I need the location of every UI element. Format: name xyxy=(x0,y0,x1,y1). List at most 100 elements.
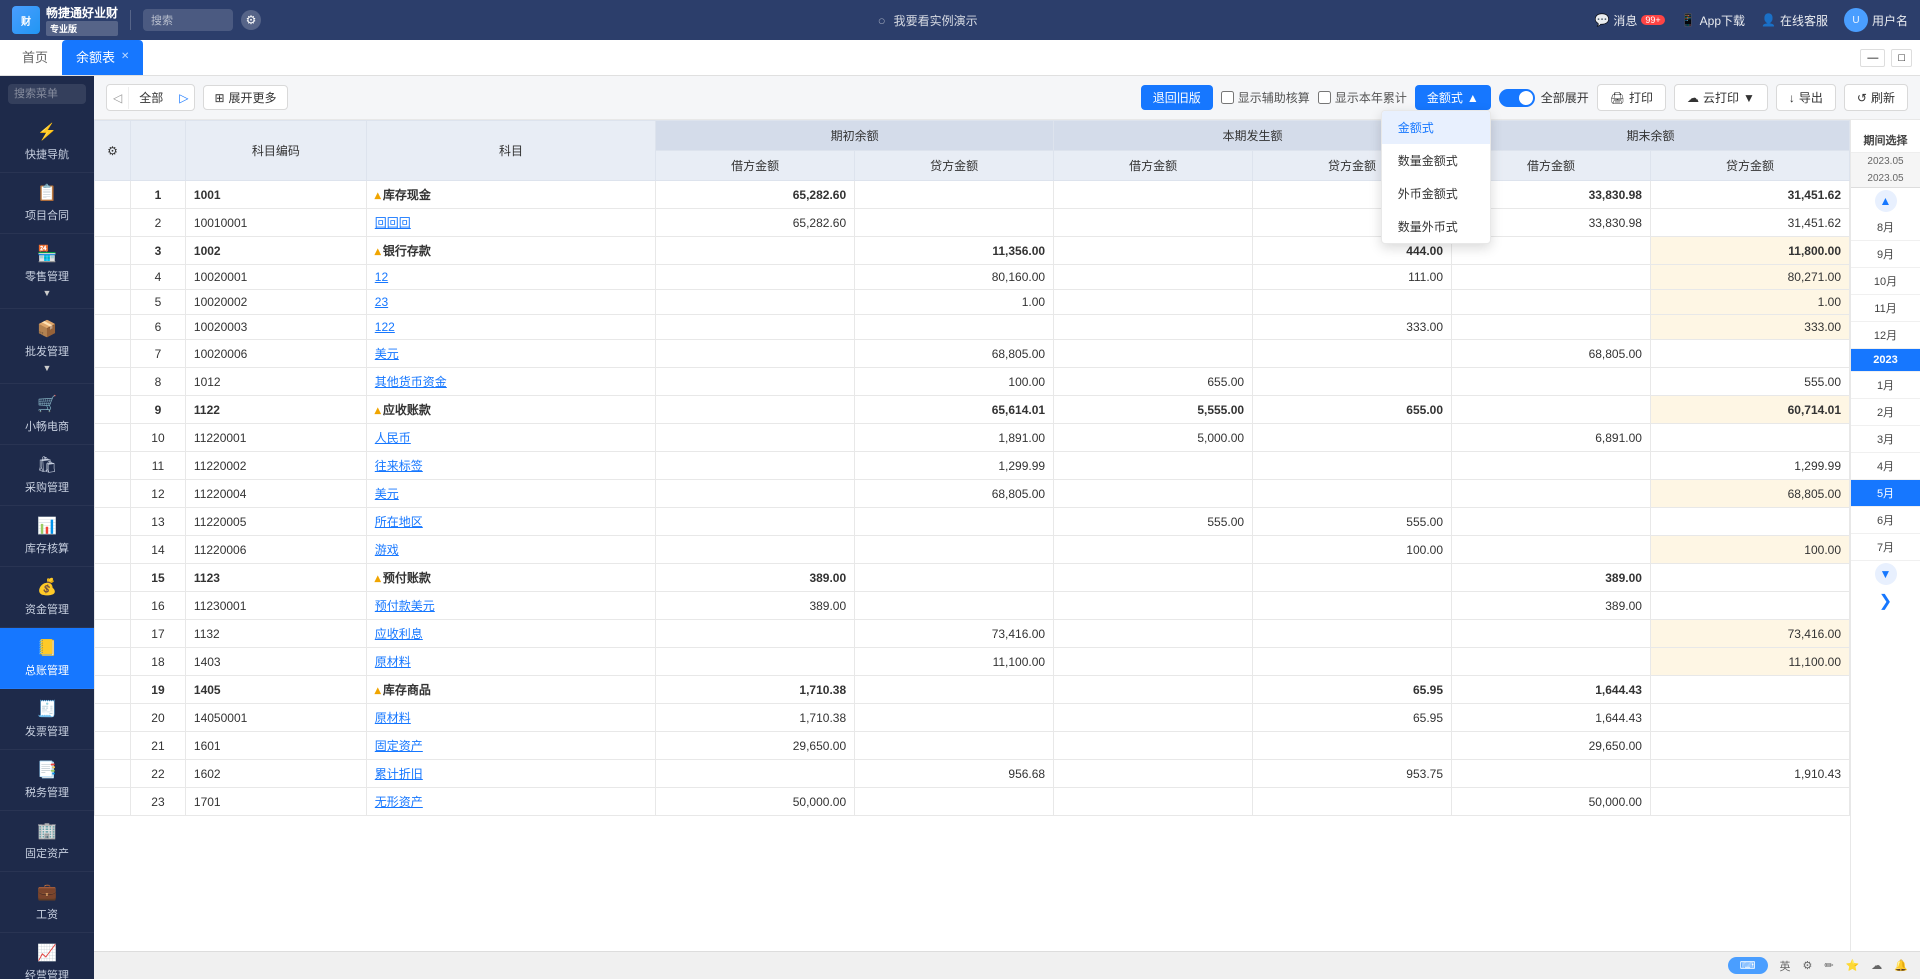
name-link[interactable]: 原材料 xyxy=(375,655,411,669)
period-10[interactable]: 10月 xyxy=(1851,268,1920,295)
expand-arrow[interactable]: ▴ xyxy=(375,188,381,202)
name-link[interactable]: 122 xyxy=(375,320,395,334)
star-status-icon[interactable]: ⭐ xyxy=(1846,959,1860,972)
input-method-btn[interactable]: ⌨ xyxy=(1728,957,1768,974)
name-link[interactable]: 美元 xyxy=(375,347,399,361)
name-cell[interactable]: 12 xyxy=(366,265,655,290)
sidebar-item-management[interactable]: 📈 经营管理 xyxy=(0,933,94,979)
sidebar-item-assets[interactable]: 🏢 固定资产 xyxy=(0,811,94,872)
sidebar-search-input[interactable] xyxy=(8,84,86,104)
period-up-btn[interactable]: ▲ xyxy=(1875,190,1897,212)
name-link[interactable]: 原材料 xyxy=(375,711,411,725)
cloud-status-icon[interactable]: ☁ xyxy=(1871,959,1882,972)
name-link[interactable]: 其他货币资金 xyxy=(375,375,447,389)
name-cell[interactable]: 人民币 xyxy=(366,424,655,452)
settings-icon[interactable]: ⚙ xyxy=(241,10,261,30)
expand-arrow[interactable]: ▴ xyxy=(375,244,381,258)
name-cell[interactable]: 美元 xyxy=(366,340,655,368)
name-cell[interactable]: ▴银行存款 xyxy=(366,237,655,265)
name-cell[interactable]: 固定资产 xyxy=(366,732,655,760)
settings-status-icon[interactable]: ⚙ xyxy=(1803,959,1813,972)
filter-next-icon[interactable]: ▷ xyxy=(173,87,194,109)
notification-btn[interactable]: 💬 消息 99+ xyxy=(1594,12,1664,29)
refresh-btn[interactable]: ↺ 刷新 xyxy=(1844,84,1908,111)
name-cell[interactable]: 所在地区 xyxy=(366,508,655,536)
dropdown-item-foreign-amount[interactable]: 外币金额式 xyxy=(1382,177,1490,210)
period-1[interactable]: 1月 xyxy=(1851,372,1920,399)
name-link[interactable]: 所在地区 xyxy=(375,515,423,529)
dropdown-item-qty-amount[interactable]: 数量金额式 xyxy=(1382,144,1490,177)
name-cell[interactable]: 预付款美元 xyxy=(366,592,655,620)
sidebar-item-funds[interactable]: 💰 资金管理 xyxy=(0,567,94,628)
name-cell[interactable]: ▴预付账款 xyxy=(366,564,655,592)
sync-status-icon[interactable]: 🔔 xyxy=(1894,959,1908,972)
period-8[interactable]: 8月 xyxy=(1851,214,1920,241)
name-cell[interactable]: 原材料 xyxy=(366,704,655,732)
sidebar-item-contract[interactable]: 📋 项目合同 xyxy=(0,173,94,234)
dropdown-item-amount[interactable]: 金额式 xyxy=(1382,111,1490,144)
period-11[interactable]: 11月 xyxy=(1851,295,1920,322)
sidebar-item-invoice[interactable]: 🧾 发票管理 xyxy=(0,689,94,750)
period-7[interactable]: 7月 xyxy=(1851,534,1920,561)
period-expand-icon[interactable]: ❯ xyxy=(1879,591,1892,611)
name-link[interactable]: 游戏 xyxy=(375,543,399,557)
user-avatar[interactable]: U 用户名 xyxy=(1844,8,1908,32)
name-cell[interactable]: 游戏 xyxy=(366,536,655,564)
cloud-print-btn[interactable]: ☁ 云打印 ▼ xyxy=(1674,84,1768,111)
period-3[interactable]: 3月 xyxy=(1851,426,1920,453)
dropdown-item-qty-foreign[interactable]: 数量外币式 xyxy=(1382,210,1490,243)
name-cell[interactable]: 应收利息 xyxy=(366,620,655,648)
name-link[interactable]: 累计折旧 xyxy=(375,767,423,781)
edit-status-icon[interactable]: ✏ xyxy=(1824,959,1833,972)
name-cell[interactable]: 122 xyxy=(366,315,655,340)
format-dropdown-btn[interactable]: 金额式 ▲ xyxy=(1415,85,1491,110)
online-service-btn[interactable]: 👤 在线客服 xyxy=(1761,12,1828,29)
sidebar-item-tax[interactable]: 📑 税务管理 xyxy=(0,750,94,811)
export-btn[interactable]: ↓ 导出 xyxy=(1776,84,1836,111)
name-link[interactable]: 回回回 xyxy=(375,216,411,230)
name-link[interactable]: 预付款美元 xyxy=(375,599,435,613)
name-link[interactable]: 往来标签 xyxy=(375,459,423,473)
period-2[interactable]: 2月 xyxy=(1851,399,1920,426)
sidebar-item-ledger[interactable]: 📒 总账管理 xyxy=(0,628,94,689)
lang-btn[interactable]: 英 xyxy=(1780,958,1791,974)
name-cell[interactable]: 美元 xyxy=(366,480,655,508)
name-link[interactable]: 应收利息 xyxy=(375,627,423,641)
name-cell[interactable]: 回回回 xyxy=(366,209,655,237)
expand-arrow[interactable]: ▴ xyxy=(375,683,381,697)
maximize-btn[interactable]: □ xyxy=(1891,49,1912,67)
name-link[interactable]: 人民币 xyxy=(375,431,411,445)
name-cell[interactable]: ▴库存现金 xyxy=(366,181,655,209)
name-link[interactable]: 23 xyxy=(375,295,388,309)
sidebar-item-inventory[interactable]: 📊 库存核算 xyxy=(0,506,94,567)
name-cell[interactable]: 23 xyxy=(366,290,655,315)
return-old-btn[interactable]: 退回旧版 xyxy=(1141,85,1213,110)
period-4[interactable]: 4月 xyxy=(1851,453,1920,480)
name-link[interactable]: 无形资产 xyxy=(375,795,423,809)
period-2023[interactable]: 2023 xyxy=(1851,349,1920,372)
sidebar-item-retail[interactable]: 🏪 零售管理 ▼ xyxy=(0,234,94,309)
sidebar-item-wholesale[interactable]: 📦 批发管理 ▼ xyxy=(0,309,94,384)
tab-home[interactable]: 首页 xyxy=(8,40,62,75)
name-cell[interactable]: 往来标签 xyxy=(366,452,655,480)
name-link[interactable]: 固定资产 xyxy=(375,739,423,753)
expand-more-btn[interactable]: ⊞ 展开更多 xyxy=(203,85,287,110)
minimize-btn[interactable]: — xyxy=(1860,49,1885,67)
period-5[interactable]: 5月 xyxy=(1851,480,1920,507)
tab-close-icon[interactable]: ✕ xyxy=(121,51,129,62)
app-download-btn[interactable]: 📱 App下载 xyxy=(1681,12,1745,29)
name-cell[interactable]: 其他货币资金 xyxy=(366,368,655,396)
show-ytd-checkbox-wrap[interactable]: 显示本年累计 xyxy=(1318,89,1407,106)
filter-back-icon[interactable]: ◁ xyxy=(107,87,129,109)
period-12[interactable]: 12月 xyxy=(1851,322,1920,349)
sidebar-item-quicknav[interactable]: ⚡ 快捷导航 xyxy=(0,112,94,173)
th-settings[interactable]: ⚙ xyxy=(95,121,131,181)
name-cell[interactable]: 原材料 xyxy=(366,648,655,676)
print-btn[interactable]: 🖨 打印 xyxy=(1597,84,1666,111)
name-link[interactable]: 美元 xyxy=(375,487,399,501)
expand-arrow[interactable]: ▴ xyxy=(375,571,381,585)
tab-balance[interactable]: 余额表 ✕ xyxy=(62,40,143,75)
name-cell[interactable]: ▴库存商品 xyxy=(366,676,655,704)
period-9[interactable]: 9月 xyxy=(1851,241,1920,268)
sidebar-item-purchase[interactable]: 🛍 采购管理 xyxy=(0,445,94,506)
